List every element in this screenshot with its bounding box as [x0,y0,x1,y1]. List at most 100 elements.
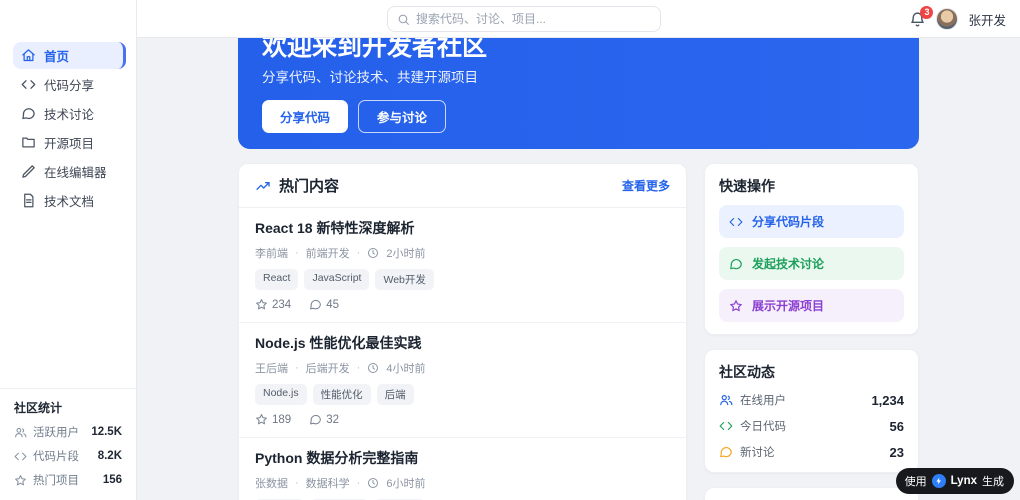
post-stars[interactable]: 234 [255,298,291,311]
sidebar-item-docs[interactable]: 技术文档 [13,187,126,214]
post-item[interactable]: Node.js 性能优化最佳实践 王后端 · 后端开发 · 4小时前 Node.… [239,323,686,438]
activity-label: 新讨论 [740,447,775,459]
badge-suffix: 生成 [982,476,1004,488]
post-author: 李前端 [255,248,288,260]
sidebar-item-home[interactable]: 首页 [13,42,126,69]
trending-icon [255,178,271,194]
document-icon [21,193,36,208]
quick-actions-card: 快速操作 分享代码片段 发起技术讨论 展示开源项目 [704,163,919,335]
home-icon [21,48,36,63]
post-comments[interactable]: 45 [309,298,339,311]
star-icon [255,413,268,426]
sidebar-community-stats: 社区统计 活跃用户 12.5K 代码片段 8.2K 热门项目 156 [0,388,136,500]
activity-new-discussions: 新讨论 23 [719,444,904,460]
stat-label: 活跃用户 [33,427,79,439]
comment-icon [309,413,322,426]
stat-code-snippets: 代码片段 8.2K [14,448,122,464]
code-icon [719,419,733,433]
activity-value: 23 [889,444,904,460]
stat-hot-projects: 热门项目 156 [14,472,122,488]
pencil-icon [21,164,36,179]
action-label: 发起技术讨论 [752,257,825,271]
sidebar-item-label: 技术讨论 [44,108,95,122]
star-count: 234 [272,298,292,311]
showcase-project-button[interactable]: 展示开源项目 [719,289,904,322]
stat-label: 热门项目 [33,475,79,487]
lynx-generated-badge[interactable]: 使用 Lynx 生成 [895,468,1014,494]
quick-actions-title: 快速操作 [719,178,775,194]
sidebar-item-discussion[interactable]: 技术讨论 [13,100,126,127]
chat-icon [21,106,36,121]
post-stars[interactable]: 189 [255,413,291,426]
stat-value: 8.2K [97,450,122,462]
post-tag[interactable]: Web开发 [375,269,434,290]
post-item[interactable]: React 18 新特性深度解析 李前端 · 前端开发 · 2小时前 React… [239,208,686,323]
main-content: 欢迎来到开发者社区 分享代码、讨论技术、共建开源项目 分享代码 参与讨论 热门内… [137,38,1020,500]
star-icon [729,299,743,313]
section-title-hot: 热门内容 [279,178,340,195]
share-snippet-button[interactable]: 分享代码片段 [719,205,904,238]
notification-bell[interactable]: 3 [909,5,934,28]
stat-label: 代码片段 [33,451,79,463]
meta-separator: · [356,477,361,489]
activity-value: 56 [889,418,904,434]
star-icon [255,298,268,311]
sidebar-item-label: 在线编辑器 [44,166,107,180]
post-tag[interactable]: 后端 [376,384,414,405]
avatar[interactable] [936,8,959,30]
post-tag[interactable]: Node.js [255,384,307,405]
join-discussion-button[interactable]: 参与讨论 [358,100,447,133]
sidebar-item-label: 开源项目 [44,137,95,151]
post-item[interactable]: Python 数据分析完整指南 张数据 · 数据科学 · 6小时前 [239,438,686,500]
hero-title: 欢迎来到开发者社区 [262,38,488,61]
post-title[interactable]: Node.js 性能优化最佳实践 [255,333,670,353]
stat-value: 12.5K [91,426,122,438]
lynx-logo-icon [931,474,946,488]
post-role: 前端开发 [305,248,350,260]
search-input[interactable] [416,12,651,26]
activity-label: 今日代码 [740,421,786,433]
meta-separator: · [295,247,299,259]
users-icon [14,426,27,439]
sidebar-item-editor[interactable]: 在线编辑器 [13,158,126,185]
clock-icon [367,247,379,259]
share-code-button[interactable]: 分享代码 [262,100,349,133]
code-icon [729,215,743,229]
hot-tags-card: 热门标签 React Node.js Python Vue JavaScript… [704,487,919,500]
meta-separator: · [356,247,361,259]
comment-count: 45 [326,298,339,311]
post-author: 王后端 [255,363,288,375]
meta-separator: · [356,362,361,374]
sidebar-nav: 首页 代码分享 技术讨论 开源项目 在线编辑器 技术文档 [0,0,136,216]
post-tag[interactable]: React [255,269,299,290]
users-icon [719,393,733,407]
comment-icon [309,298,322,311]
code-icon [14,450,27,463]
post-title[interactable]: React 18 新特性深度解析 [255,218,670,238]
hero-banner: 欢迎来到开发者社区 分享代码、讨论技术、共建开源项目 分享代码 参与讨论 [238,38,919,149]
stat-active-users: 活跃用户 12.5K [14,424,122,440]
chat-icon [719,445,733,459]
top-header: 3 张开发 [137,0,1020,38]
action-label: 展示开源项目 [752,299,825,313]
search-bar[interactable] [387,6,661,32]
post-title[interactable]: Python 数据分析完整指南 [255,448,670,468]
chat-icon [729,257,743,271]
clock-icon [367,362,379,374]
search-icon [397,13,410,26]
post-comments[interactable]: 32 [309,413,339,426]
sidebar-item-opensource[interactable]: 开源项目 [13,129,126,156]
stat-value: 156 [102,474,122,486]
hot-content-card: 热门内容 查看更多 React 18 新特性深度解析 李前端 · 前端开发 · [238,163,687,500]
meta-separator: · [295,477,299,489]
post-role: 后端开发 [305,363,350,375]
community-stats-title: 社区统计 [14,401,63,415]
badge-brand: Lynx [950,475,977,487]
sidebar-item-label: 技术文档 [44,195,95,209]
view-more-hot-link[interactable]: 查看更多 [622,177,670,194]
post-tag[interactable]: 性能优化 [312,384,371,405]
start-discussion-button[interactable]: 发起技术讨论 [719,247,904,280]
post-time: 2小时前 [386,248,426,260]
post-tag[interactable]: JavaScript [304,269,370,290]
sidebar-item-code-share[interactable]: 代码分享 [13,71,126,98]
